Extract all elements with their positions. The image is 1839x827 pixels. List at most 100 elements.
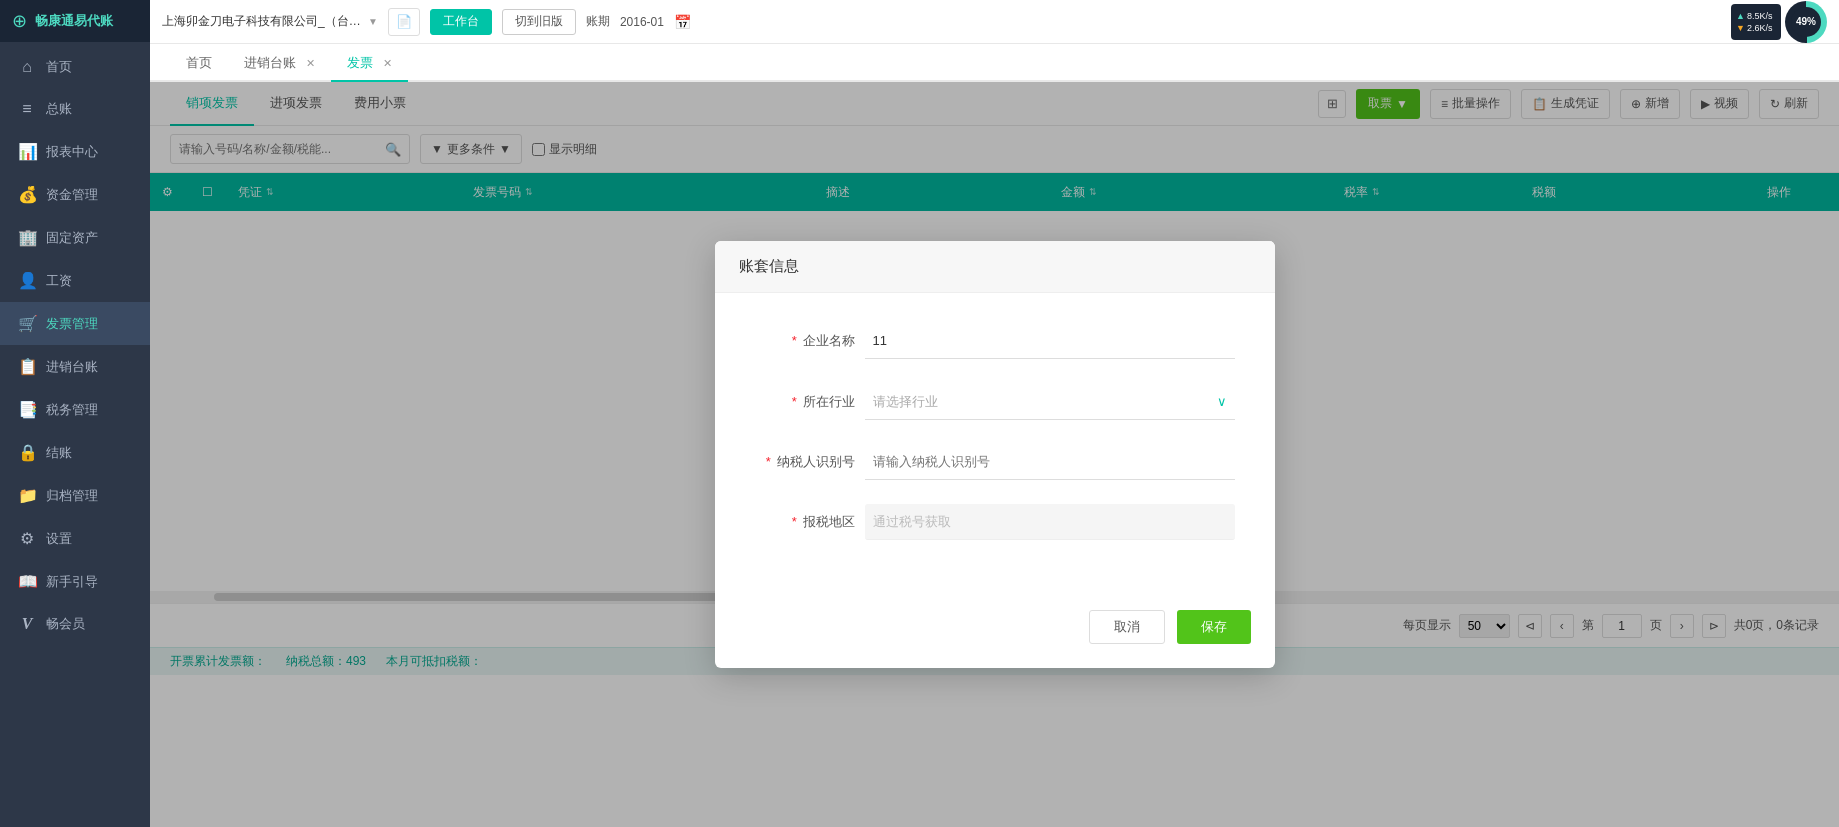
payroll-icon: 👤	[18, 271, 36, 290]
sidebar-item-sales[interactable]: 📋 进销台账	[0, 345, 150, 388]
company-name-label: 企业名称	[803, 333, 855, 348]
required-mark-company: *	[792, 333, 797, 348]
switch-old-button[interactable]: 切到旧版	[502, 9, 576, 35]
sidebar-item-finance[interactable]: 💰 资金管理	[0, 173, 150, 216]
guide-icon: 📖	[18, 572, 36, 591]
tax-region-display: 通过税号获取	[865, 504, 1235, 540]
main-content: 上海卯金刀电子科技有限公司_（台201... ▼ 📄 工作台 切到旧版 账期 2…	[150, 0, 1839, 827]
tab-sales-ledger-close-icon[interactable]: ✕	[306, 57, 315, 70]
invoice-icon: 🛒	[18, 314, 36, 333]
industry-row: * 所在行业 请选择行业 ∨	[755, 383, 1235, 420]
speed-up-row: ▲ 8.5K/s	[1736, 11, 1776, 21]
sidebar-item-reports[interactable]: 📊 报表中心	[0, 130, 150, 173]
industry-label-wrapper: * 所在行业	[755, 393, 865, 411]
sidebar-item-archive[interactable]: 📁 归档管理	[0, 474, 150, 517]
topbar-right: ▲ 8.5K/s ▼ 2.6K/s 49%	[1731, 1, 1827, 43]
home-icon: ⌂	[18, 58, 36, 76]
tab-sales-ledger[interactable]: 进销台账 ✕	[228, 46, 331, 82]
sidebar-label-ledger: 总账	[46, 100, 72, 118]
industry-select[interactable]: 请选择行业	[865, 383, 1235, 419]
tabbar: 首页 进销台账 ✕ 发票 ✕	[150, 44, 1839, 82]
tax-region-row: * 报税地区 通过税号获取	[755, 504, 1235, 540]
speed-down-row: ▼ 2.6K/s	[1736, 23, 1776, 33]
cancel-button[interactable]: 取消	[1089, 610, 1165, 644]
sidebar-label-vip: 畅会员	[46, 615, 85, 633]
required-mark-tax: *	[766, 454, 771, 469]
progress-value: 49%	[1796, 16, 1816, 27]
tab-home-label: 首页	[186, 54, 212, 72]
sidebar-label-finance: 资金管理	[46, 186, 98, 204]
period-value: 2016-01	[620, 15, 664, 29]
sidebar-label-archive: 归档管理	[46, 487, 98, 505]
sidebar-item-invoice[interactable]: 🛒 发票管理	[0, 302, 150, 345]
sidebar-item-home[interactable]: ⌂ 首页	[0, 46, 150, 88]
sidebar-label-tax: 税务管理	[46, 401, 98, 419]
speed-down-value: 2.6K/s	[1747, 23, 1773, 33]
tab-invoice[interactable]: 发票 ✕	[331, 46, 408, 82]
ledger-icon: ≡	[18, 100, 36, 118]
modal-body: * 企业名称 * 所在行业	[715, 293, 1275, 594]
sidebar-label-payroll: 工资	[46, 272, 72, 290]
required-mark-region: *	[792, 514, 797, 529]
close-books-icon: 🔒	[18, 443, 36, 462]
sidebar-label-home: 首页	[46, 58, 72, 76]
settings-icon: ⚙	[18, 529, 36, 548]
sidebar-item-settings[interactable]: ⚙ 设置	[0, 517, 150, 560]
sidebar-item-ledger[interactable]: ≡ 总账	[0, 88, 150, 130]
tab-home[interactable]: 首页	[170, 46, 228, 82]
speed-info: ▲ 8.5K/s ▼ 2.6K/s 49%	[1731, 1, 1827, 43]
speed-up-value: 8.5K/s	[1747, 11, 1773, 21]
tax-region-label: 报税地区	[803, 514, 855, 529]
sidebar-label-guide: 新手引导	[46, 573, 98, 591]
save-button[interactable]: 保存	[1177, 610, 1251, 644]
account-info-modal: 账套信息 * 企业名称	[715, 241, 1275, 668]
company-name-input[interactable]	[865, 323, 1235, 359]
sidebar-item-tax[interactable]: 📑 税务管理	[0, 388, 150, 431]
document-icon-btn[interactable]: 📄	[388, 8, 420, 36]
archive-icon: 📁	[18, 486, 36, 505]
topbar: 上海卯金刀电子科技有限公司_（台201... ▼ 📄 工作台 切到旧版 账期 2…	[150, 0, 1839, 44]
tax-icon: 📑	[18, 400, 36, 419]
sidebar-label-invoice: 发票管理	[46, 315, 98, 333]
required-mark-industry: *	[792, 394, 797, 409]
logo-text: 畅康通易代账	[35, 12, 113, 30]
sidebar-label-settings: 设置	[46, 530, 72, 548]
tab-invoice-label: 发票	[347, 54, 373, 72]
company-name-label-wrapper: * 企业名称	[755, 332, 865, 350]
modal-footer: 取消 保存	[715, 594, 1275, 668]
workbench-button[interactable]: 工作台	[430, 9, 492, 35]
tab-sales-ledger-label: 进销台账	[244, 54, 296, 72]
sidebar-item-close[interactable]: 🔒 结账	[0, 431, 150, 474]
sidebar-label-reports: 报表中心	[46, 143, 98, 161]
sidebar-item-payroll[interactable]: 👤 工资	[0, 259, 150, 302]
tax-id-label: 纳税人识别号	[777, 454, 855, 469]
progress-inner: 49%	[1791, 7, 1821, 37]
finance-icon: 💰	[18, 185, 36, 204]
assets-icon: 🏢	[18, 228, 36, 247]
industry-select-wrapper: 请选择行业 ∨	[865, 383, 1235, 420]
sidebar-item-assets[interactable]: 🏢 固定资产	[0, 216, 150, 259]
sidebar-item-vip[interactable]: V 畅会员	[0, 603, 150, 645]
company-selector[interactable]: 上海卯金刀电子科技有限公司_（台201... ▼	[162, 13, 378, 30]
content-area: 销项发票 进项发票 费用小票 ⊞ 取票 ▼	[150, 82, 1839, 827]
tab-invoice-close-icon[interactable]: ✕	[383, 57, 392, 70]
modal-overlay: 账套信息 * 企业名称	[150, 82, 1839, 827]
tax-id-input[interactable]	[865, 444, 1235, 480]
tax-region-placeholder: 通过税号获取	[873, 513, 951, 531]
logo-icon: ⊕	[12, 10, 27, 32]
sidebar-item-guide[interactable]: 📖 新手引导	[0, 560, 150, 603]
reports-icon: 📊	[18, 142, 36, 161]
calendar-icon[interactable]: 📅	[674, 14, 691, 30]
app-logo: ⊕ 畅康通易代账	[0, 0, 150, 42]
tax-region-label-wrapper: * 报税地区	[755, 513, 865, 531]
sales-icon: 📋	[18, 357, 36, 376]
modal-title: 账套信息	[739, 257, 799, 274]
industry-label: 所在行业	[803, 394, 855, 409]
tax-id-row: * 纳税人识别号	[755, 444, 1235, 480]
company-name-row: * 企业名称	[755, 323, 1235, 359]
period-label: 账期	[586, 13, 610, 30]
sidebar-label-sales: 进销台账	[46, 358, 98, 376]
sidebar: ⊕ 畅康通易代账 ⌂ 首页 ≡ 总账 📊 报表中心 💰 资金管理 🏢 固定资	[0, 0, 150, 827]
arrow-down-icon: ▼	[1736, 23, 1745, 33]
tax-id-label-wrapper: * 纳税人识别号	[755, 453, 865, 471]
